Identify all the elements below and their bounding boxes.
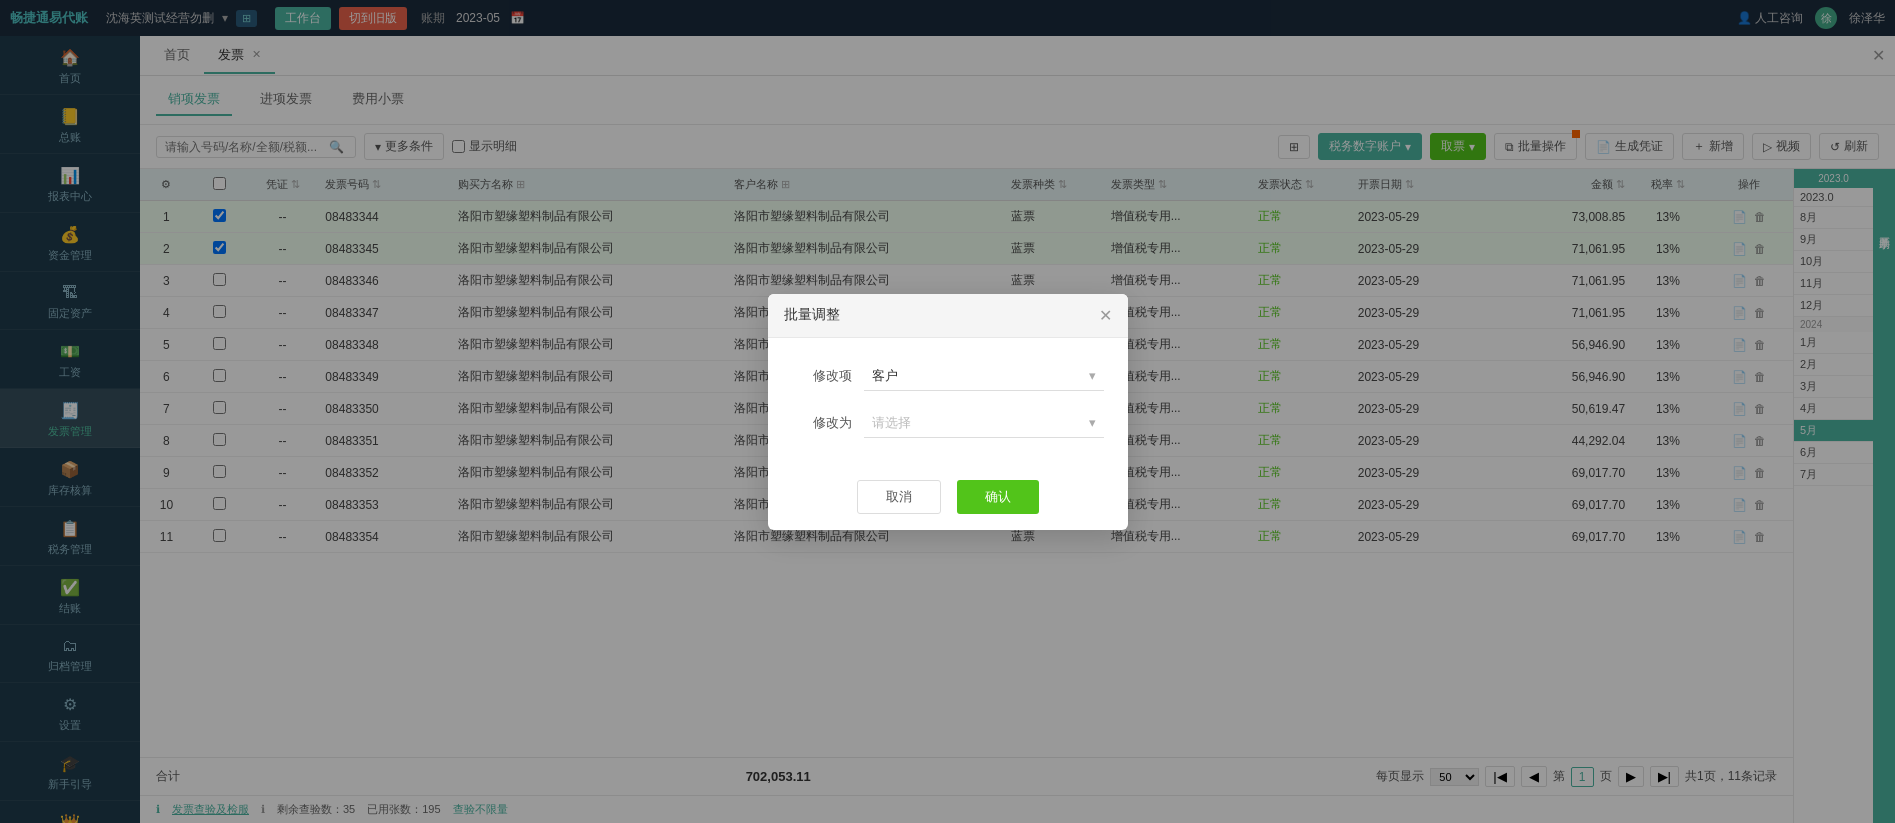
modify-to-placeholder: 请选择 — [872, 414, 911, 432]
modal-cancel-button[interactable]: 取消 — [857, 480, 941, 514]
dropdown-icon2: ▾ — [1089, 368, 1096, 383]
modify-to-row: 修改为 请选择 ▾ — [792, 409, 1104, 438]
modify-item-row: 修改项 客户 ▾ — [792, 362, 1104, 391]
modal-footer: 取消 确认 — [768, 472, 1128, 530]
modal-body: 修改项 客户 ▾ 修改为 请选择 ▾ — [768, 338, 1128, 472]
modify-to-label: 修改为 — [792, 414, 852, 432]
modify-to-select[interactable]: 请选择 ▾ — [864, 409, 1104, 438]
modify-item-value: 客户 — [872, 367, 898, 385]
modal-header: 批量调整 ✕ — [768, 294, 1128, 338]
modal-overlay: 批量调整 ✕ 修改项 客户 ▾ 修改为 请选择 ▾ 取消 确认 — [0, 0, 1895, 823]
modal-confirm-button[interactable]: 确认 — [957, 480, 1039, 514]
modal-title: 批量调整 — [784, 306, 840, 324]
modal-close-button[interactable]: ✕ — [1099, 306, 1112, 325]
modify-item-select[interactable]: 客户 ▾ — [864, 362, 1104, 391]
batch-adjust-modal: 批量调整 ✕ 修改项 客户 ▾ 修改为 请选择 ▾ 取消 确认 — [768, 294, 1128, 530]
modify-item-label: 修改项 — [792, 367, 852, 385]
dropdown-icon3: ▾ — [1089, 415, 1096, 430]
